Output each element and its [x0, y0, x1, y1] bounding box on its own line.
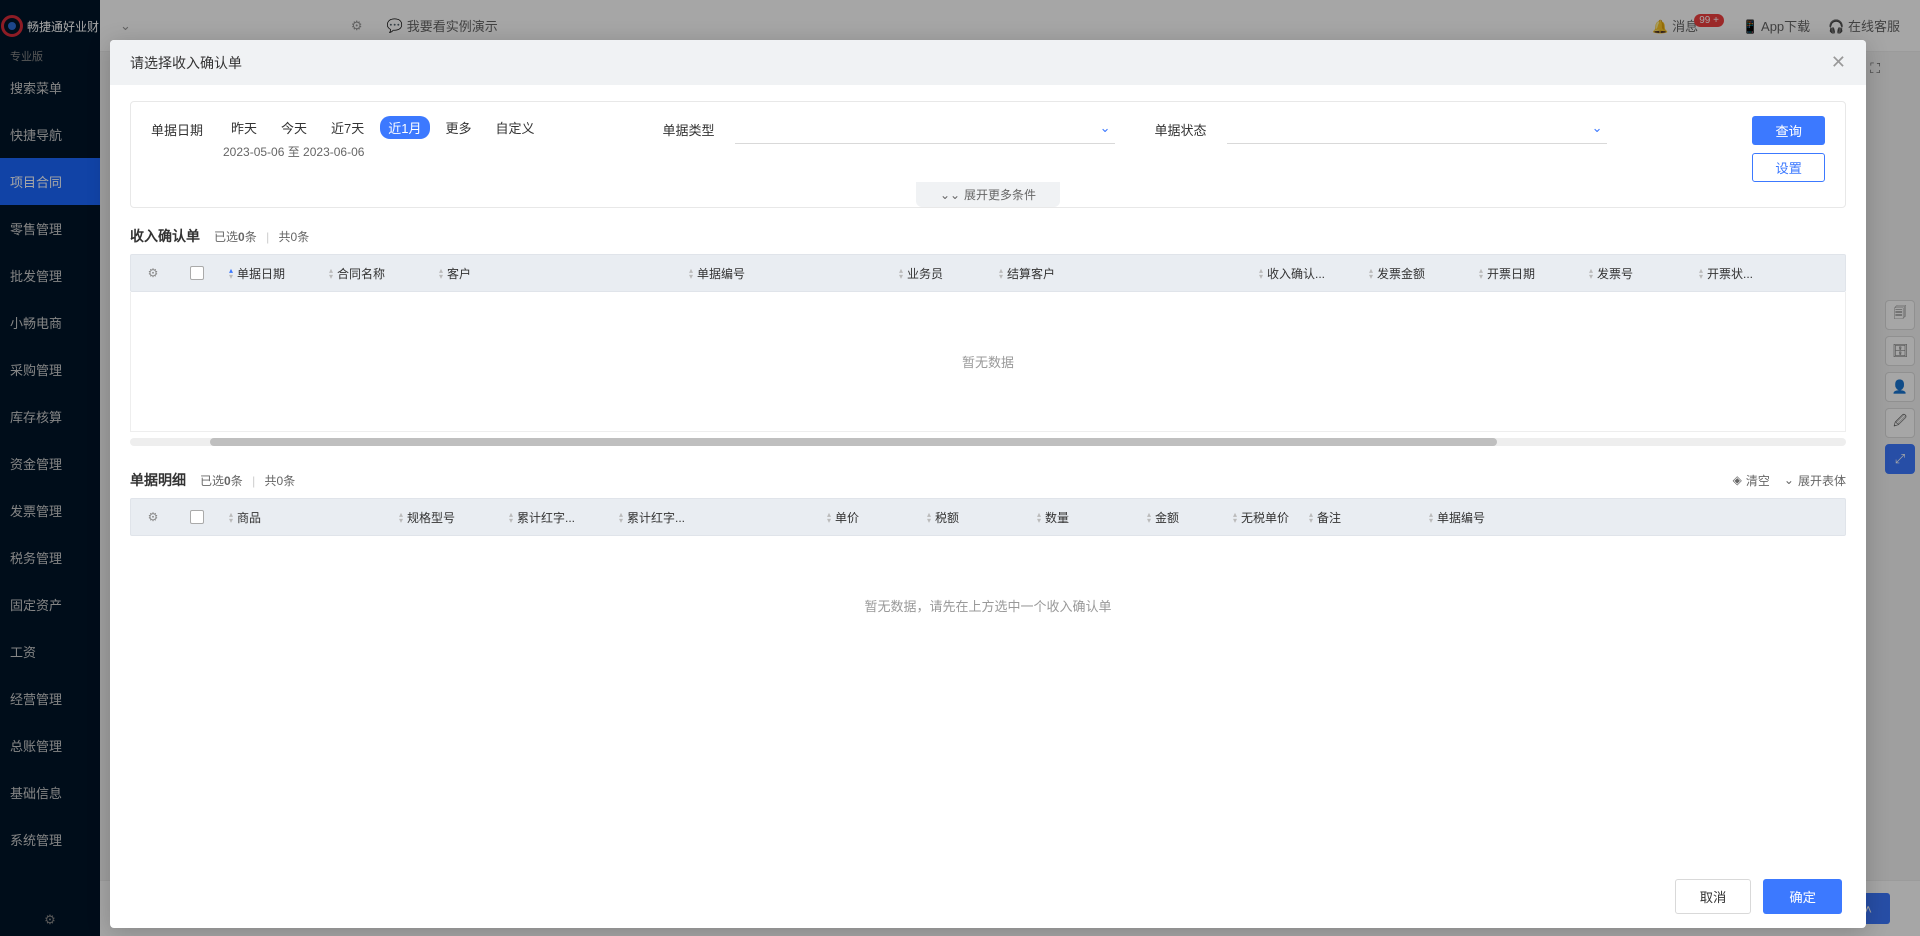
col2-red1[interactable]: 累计红字...	[499, 509, 609, 526]
chip-1m[interactable]: 近1月	[380, 116, 429, 139]
expand-body-button[interactable]: ⌄展开表体	[1784, 472, 1846, 489]
select-all-checkbox[interactable]	[175, 266, 219, 280]
col2-docno[interactable]: 单据编号	[1419, 509, 1845, 526]
section1-selection-info: 已选0条 | 共0条	[214, 228, 309, 245]
chip-7d[interactable]: 近7天	[323, 116, 372, 139]
chip-custom[interactable]: 自定义	[488, 116, 543, 139]
chip-more[interactable]: 更多	[438, 116, 480, 139]
chip-today[interactable]: 今天	[273, 116, 315, 139]
scroll-thumb[interactable]	[210, 438, 1497, 446]
table1: ⚙ 单据日期 合同名称 客户 单据编号 业务员 结算客户 收入确认... 发票金…	[130, 254, 1846, 432]
col2-qty[interactable]: 数量	[969, 509, 1079, 526]
modal-header: 请选择收入确认单 ✕	[110, 40, 1866, 85]
section1-head: 收入确认单 已选0条 | 共0条	[110, 216, 1866, 254]
table1-head: ⚙ 单据日期 合同名称 客户 单据编号 业务员 结算客户 收入确认... 发票金…	[130, 254, 1846, 292]
col2-spec[interactable]: 规格型号	[389, 509, 499, 526]
double-chevron-down-icon: ⌄	[1784, 473, 1794, 487]
chevron-down-icon: ⌄	[1592, 120, 1603, 136]
expand-conditions-button[interactable]: ⌄⌄ 展开更多条件	[916, 182, 1060, 207]
modal-title: 请选择收入确认单	[130, 53, 242, 73]
chip-yesterday[interactable]: 昨天	[223, 116, 265, 139]
filter-buttons: 查询 设置	[1752, 116, 1825, 182]
section2-selection-info: 已选0条 | 共0条	[200, 472, 295, 489]
col2-notax[interactable]: 无税单价	[1189, 509, 1299, 526]
col-income[interactable]: 收入确认...	[1249, 265, 1359, 282]
col2-red2[interactable]: 累计红字...	[609, 509, 769, 526]
modal-body: 单据日期 昨天 今天 近7天 近1月 更多 自定义 2023-05-06 至 2…	[110, 85, 1866, 865]
filter-settings-button[interactable]: 设置	[1752, 153, 1825, 182]
eraser-icon: ◈	[1733, 473, 1742, 487]
double-chevron-down-icon: ⌄⌄	[940, 188, 960, 202]
table2: ⚙ 商品 规格型号 累计红字... 累计红字... 单价 税额 数量 金额 无税…	[130, 498, 1846, 536]
col-invoice-date[interactable]: 开票日期	[1469, 265, 1579, 282]
col-contract[interactable]: 合同名称	[319, 265, 429, 282]
ok-button[interactable]: 确定	[1763, 879, 1842, 914]
col-date[interactable]: 单据日期	[219, 265, 319, 282]
section1-title: 收入确认单	[130, 226, 200, 246]
filter-date: 单据日期 昨天 今天 近7天 近1月 更多 自定义 2023-05-06 至 2…	[151, 116, 543, 160]
section2-head: 单据明细 已选0条 | 共0条 ◈清空 ⌄展开表体	[110, 460, 1866, 498]
col-invoice-status[interactable]: 开票状...	[1689, 265, 1845, 282]
filter-type: 单据类型 ⌄	[663, 116, 1115, 144]
close-icon[interactable]: ✕	[1831, 52, 1846, 73]
status-label: 单据状态	[1155, 116, 1215, 139]
col2-settings-icon[interactable]: ⚙	[131, 510, 175, 524]
col-docno[interactable]: 单据编号	[679, 265, 889, 282]
col-settings-icon[interactable]: ⚙	[131, 266, 175, 280]
table1-hscroll[interactable]	[130, 438, 1846, 446]
date-range-text: 2023-05-06 至 2023-06-06	[223, 143, 543, 160]
col2-product[interactable]: 商品	[219, 509, 389, 526]
table2-head: ⚙ 商品 规格型号 累计红字... 累计红字... 单价 税额 数量 金额 无税…	[130, 498, 1846, 536]
table1-empty: 暂无数据	[130, 292, 1846, 432]
col2-amount[interactable]: 金额	[1079, 509, 1189, 526]
col2-tax[interactable]: 税额	[869, 509, 969, 526]
col-invoice-amt[interactable]: 发票金额	[1359, 265, 1469, 282]
modal-footer: 取消 确定	[110, 865, 1866, 928]
select-all2-checkbox[interactable]	[175, 510, 219, 524]
filter-status: 单据状态 ⌄	[1155, 116, 1607, 144]
status-select[interactable]: ⌄	[1227, 116, 1607, 144]
query-button[interactable]: 查询	[1752, 116, 1825, 145]
type-label: 单据类型	[663, 116, 723, 139]
col-settle[interactable]: 结算客户	[989, 265, 1249, 282]
select-income-modal: 请选择收入确认单 ✕ 单据日期 昨天 今天 近7天 近1月 更多 自定义	[110, 40, 1866, 928]
type-select[interactable]: ⌄	[735, 116, 1115, 144]
section2-actions: ◈清空 ⌄展开表体	[1733, 472, 1846, 489]
section2-title: 单据明细	[130, 470, 186, 490]
table2-empty: 暂无数据，请先在上方选中一个收入确认单	[110, 536, 1866, 865]
filter-panel: 单据日期 昨天 今天 近7天 近1月 更多 自定义 2023-05-06 至 2…	[130, 101, 1846, 208]
date-chips: 昨天 今天 近7天 近1月 更多 自定义	[223, 116, 543, 139]
clear-button[interactable]: ◈清空	[1733, 472, 1770, 489]
col2-price[interactable]: 单价	[769, 509, 869, 526]
col-invoice-no[interactable]: 发票号	[1579, 265, 1689, 282]
date-label: 单据日期	[151, 116, 211, 139]
col2-remark[interactable]: 备注	[1299, 509, 1419, 526]
cancel-button[interactable]: 取消	[1675, 879, 1752, 914]
col-sales[interactable]: 业务员	[889, 265, 989, 282]
chevron-down-icon: ⌄	[1100, 120, 1111, 136]
col-customer[interactable]: 客户	[429, 265, 679, 282]
